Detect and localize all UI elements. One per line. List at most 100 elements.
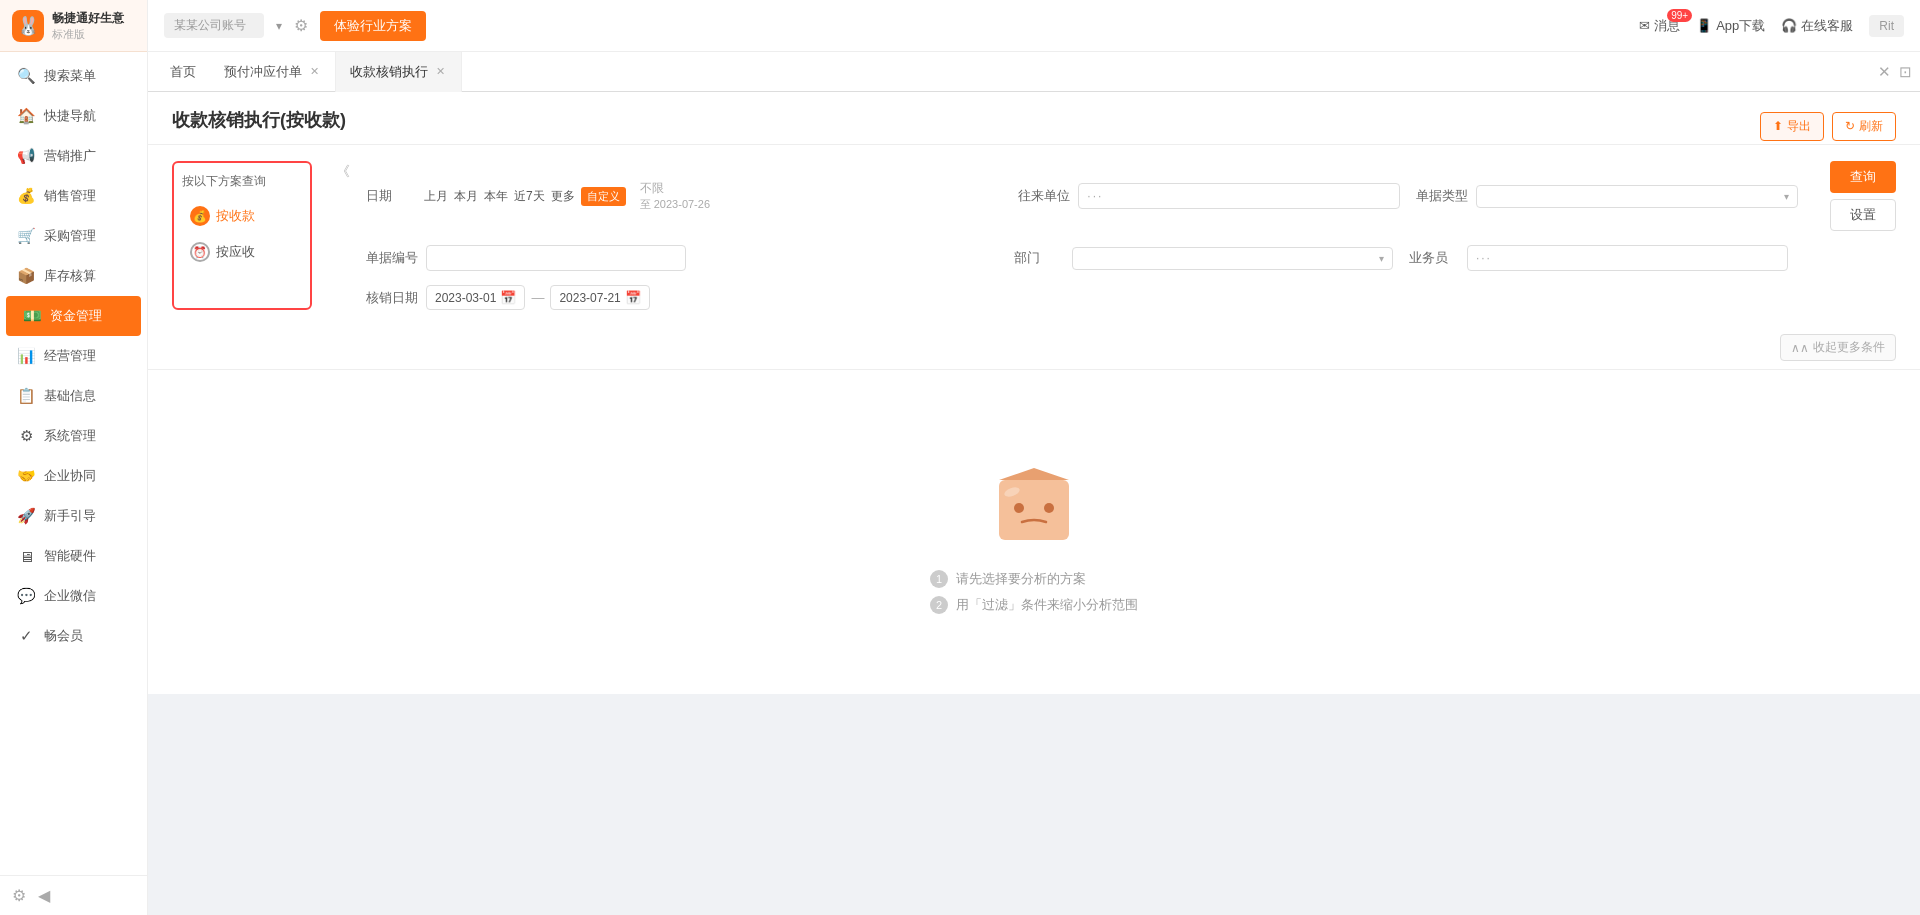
- search-row-2: 单据编号 部门 ▾ 业务员: [366, 245, 1896, 271]
- export-icon: ⬆: [1773, 119, 1783, 133]
- trial-btn[interactable]: 体验行业方案: [320, 11, 426, 41]
- partner-placeholder: ···: [1087, 189, 1103, 203]
- logo-name: 畅捷通好生意: [52, 10, 124, 27]
- collapse-btn[interactable]: 《: [332, 161, 354, 185]
- this-year-btn[interactable]: 本年: [484, 188, 508, 205]
- system-icon: ⚙: [16, 426, 36, 446]
- page-title: 收款核销执行(按收款): [172, 108, 346, 132]
- svg-point-3: [1044, 503, 1054, 513]
- sidebar-item-business[interactable]: 📊 经营管理: [0, 336, 147, 376]
- account-chevron-icon[interactable]: ▾: [276, 19, 282, 33]
- sidebar-item-finance[interactable]: 💵 资金管理: [6, 296, 141, 336]
- main-area: 某某公司账号 ▾ ⚙ 体验行业方案 ✉ 消息 99+ 📱 App下载 🎧 在线客…: [148, 0, 1920, 915]
- app-download-btn[interactable]: 📱 App下载: [1696, 17, 1765, 35]
- partner-label: 往来单位: [1018, 187, 1070, 205]
- page-header: 收款核销执行(按收款) ⬆ 导出 ↻ 刷新: [148, 92, 1920, 145]
- verify-date-end-input[interactable]: 2023-07-21 📅: [550, 285, 649, 310]
- app-icon: 📱: [1696, 18, 1712, 33]
- search-row-1: 日期 上月 本月 本年 近7天 更多 自定义 不限: [366, 161, 1896, 231]
- logo-badge: 标准版: [52, 27, 124, 42]
- tab-collection-close-icon[interactable]: ✕: [434, 63, 447, 80]
- empty-text: 1 请先选择要分析的方案 2 用「过滤」条件来缩小分析范围: [930, 570, 1138, 614]
- customer-service-btn[interactable]: 🎧 在线客服: [1781, 17, 1853, 35]
- member-icon: ✓: [16, 626, 36, 646]
- staff-field-group: 业务员 ···: [1409, 245, 1788, 271]
- empty-step-2: 2 用「过滤」条件来缩小分析范围: [930, 596, 1138, 614]
- date-label: 日期: [366, 187, 416, 205]
- sidebar-item-basic-info[interactable]: 📋 基础信息: [0, 376, 147, 416]
- tabbar: 首页 预付冲应付单 ✕ 收款核销执行 ✕ ✕ ⊡: [148, 52, 1920, 92]
- last-month-btn[interactable]: 上月: [424, 188, 448, 205]
- query-by-receivable[interactable]: ⏰ 按应收: [182, 236, 302, 268]
- sidebar-item-sales[interactable]: 💰 销售管理: [0, 176, 147, 216]
- close-window-icon[interactable]: ✕: [1878, 63, 1891, 81]
- sidebar-item-purchase[interactable]: 🛒 采购管理: [0, 216, 147, 256]
- settings-icon[interactable]: ⚙: [12, 886, 26, 905]
- query-by-collection[interactable]: 💰 按收款: [182, 200, 302, 232]
- sidebar: 🐰 畅捷通好生意 标准版 🔍 搜索菜单 🏠 快捷导航 📢 营销推广 💰 销售管理…: [0, 0, 148, 915]
- sidebar-item-member[interactable]: ✓ 畅会员: [0, 616, 147, 656]
- export-btn[interactable]: ⬆ 导出: [1760, 112, 1824, 141]
- tabbar-actions: ✕ ⊡: [1878, 63, 1912, 81]
- collapse-sidebar-icon[interactable]: ◀: [38, 886, 50, 905]
- tab-prepay[interactable]: 预付冲应付单 ✕: [210, 52, 336, 92]
- sidebar-logo: 🐰 畅捷通好生意 标准版: [0, 0, 147, 52]
- account-selector[interactable]: 某某公司账号: [164, 13, 264, 38]
- verify-date-start-input[interactable]: 2023-03-01 📅: [426, 285, 525, 310]
- marketing-icon: 📢: [16, 146, 36, 166]
- staff-label: 业务员: [1409, 249, 1459, 267]
- maximize-window-icon[interactable]: ⊡: [1899, 63, 1912, 81]
- more-dates-btn[interactable]: 更多: [551, 188, 575, 205]
- staff-placeholder: ···: [1476, 251, 1492, 265]
- verify-date-dash: —: [531, 290, 544, 305]
- user-account[interactable]: Rit: [1869, 15, 1904, 37]
- date-field-group: 日期 上月 本月 本年 近7天 更多 自定义 不限: [366, 180, 1002, 212]
- this-month-btn[interactable]: 本月: [454, 188, 478, 205]
- dept-field-group: 部门 ▾: [1014, 247, 1393, 270]
- quick-nav-icon: 🏠: [16, 106, 36, 126]
- smart-hw-icon: 🖥: [16, 546, 36, 566]
- purchase-icon: 🛒: [16, 226, 36, 246]
- verify-start-calendar-icon[interactable]: 📅: [500, 290, 516, 305]
- message-btn[interactable]: ✉ 消息 99+: [1639, 17, 1680, 35]
- verify-date-field-group: 核销日期 2023-03-01 📅 — 2023-07-21 📅: [366, 285, 1042, 310]
- svg-point-2: [1014, 503, 1024, 513]
- tab-home[interactable]: 首页: [156, 52, 210, 92]
- setting-btn[interactable]: 设置: [1830, 199, 1896, 231]
- sidebar-item-inventory[interactable]: 📦 库存核算: [0, 256, 147, 296]
- refresh-btn[interactable]: ↻ 刷新: [1832, 112, 1896, 141]
- query-type-box: 按以下方案查询 💰 按收款 ⏰ 按应收: [172, 161, 312, 310]
- doc-no-label: 单据编号: [366, 249, 418, 267]
- sidebar-item-marketing[interactable]: 📢 营销推广: [0, 136, 147, 176]
- tab-collection[interactable]: 收款核销执行 ✕: [336, 52, 462, 92]
- sidebar-item-enterprise[interactable]: 🤝 企业协同: [0, 456, 147, 496]
- dept-select[interactable]: ▾: [1072, 247, 1393, 270]
- collapse-more-btn[interactable]: ∧∧ 收起更多条件: [1780, 334, 1896, 361]
- staff-select[interactable]: ···: [1467, 245, 1788, 271]
- sidebar-menu: 🔍 搜索菜单 🏠 快捷导航 📢 营销推广 💰 销售管理 🛒 采购管理 📦 库存核…: [0, 52, 147, 875]
- partner-select[interactable]: ···: [1078, 183, 1400, 209]
- tab-prepay-close-icon[interactable]: ✕: [308, 63, 321, 80]
- topbar-gear-icon[interactable]: ⚙: [294, 16, 308, 35]
- sidebar-item-guide[interactable]: 🚀 新手引导: [0, 496, 147, 536]
- query-btn[interactable]: 查询: [1830, 161, 1896, 193]
- topbar-right: ✉ 消息 99+ 📱 App下载 🎧 在线客服 Rit: [1639, 15, 1904, 37]
- last-7-days-btn[interactable]: 近7天: [514, 188, 545, 205]
- basic-info-icon: 📋: [16, 386, 36, 406]
- verify-end-calendar-icon[interactable]: 📅: [625, 290, 641, 305]
- collapse-up-icon: ∧∧: [1791, 341, 1809, 355]
- query-type-title: 按以下方案查询: [182, 173, 302, 190]
- svg-marker-1: [999, 468, 1069, 480]
- date-shortcuts: 上月 本月 本年 近7天 更多 自定义: [424, 187, 626, 206]
- doc-type-select[interactable]: ▾: [1476, 185, 1798, 208]
- custom-date-tag[interactable]: 自定义: [581, 187, 626, 206]
- sidebar-item-search-menu[interactable]: 🔍 搜索菜单: [0, 56, 147, 96]
- search-row-3: 核销日期 2023-03-01 📅 — 2023-07-21 📅: [366, 285, 1896, 310]
- sidebar-item-wechat[interactable]: 💬 企业微信: [0, 576, 147, 616]
- sidebar-item-system[interactable]: ⚙ 系统管理: [0, 416, 147, 456]
- sidebar-item-quick-nav[interactable]: 🏠 快捷导航: [0, 96, 147, 136]
- doc-no-input[interactable]: [426, 245, 686, 271]
- sidebar-item-smart-hw[interactable]: 🖥 智能硬件: [0, 536, 147, 576]
- collapse-more-section: ∧∧ 收起更多条件: [148, 326, 1920, 370]
- sales-icon: 💰: [16, 186, 36, 206]
